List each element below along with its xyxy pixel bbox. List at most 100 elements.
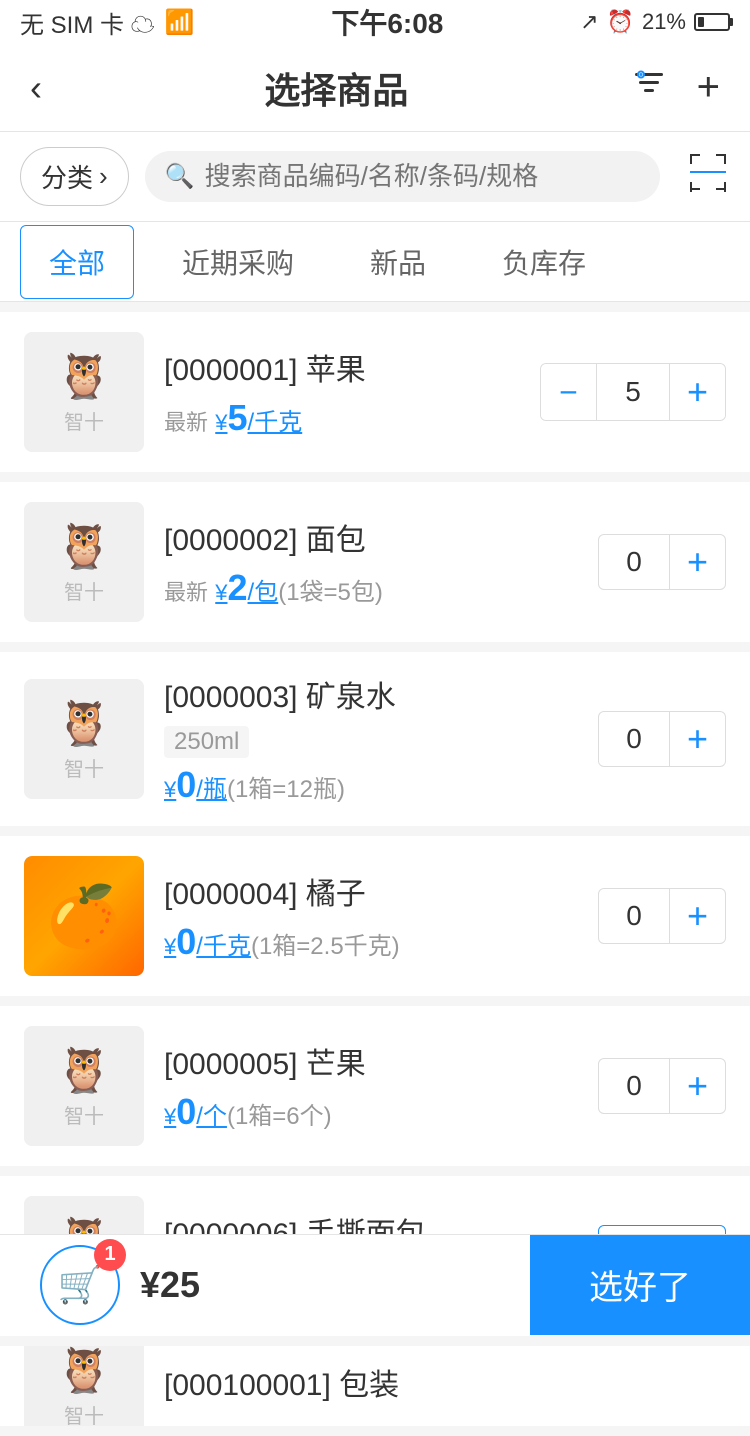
page-title: 选择商品 (264, 62, 408, 114)
list-item: 🦉 智十 [0000002] 面包 最新 ¥2/包(1袋=5包) 0 + (0, 482, 750, 642)
price-num: 0 (176, 1091, 196, 1132)
qty-increase-button[interactable]: + (670, 888, 726, 944)
price-num: 5 (228, 397, 248, 438)
product-name: [0000001] 苹果 (164, 345, 520, 389)
qty-increase-button[interactable]: + (670, 1058, 726, 1114)
price-unit: /千克 (248, 409, 303, 436)
price-note: (1箱=2.5千克) (251, 933, 400, 960)
product-price: 最新 ¥5/千克 (164, 397, 520, 439)
product-price: 最新 ¥2/包(1袋=5包) (164, 567, 578, 609)
product-price: ¥0/瓶(1箱=12瓶) (164, 764, 578, 806)
tab-bar: 全部 近期采购 新品 负库存 (0, 222, 750, 302)
qty-increase-button[interactable]: + (670, 711, 726, 767)
quantity-control: − + (540, 363, 726, 421)
product-info: [000100001] 包装 (164, 1360, 726, 1412)
search-icon: 🔍 (165, 162, 195, 191)
filter-bar: 分类 › 🔍 (0, 132, 750, 222)
tab-recent[interactable]: 近期采购 (154, 226, 322, 298)
category-chevron: › (99, 161, 108, 192)
price-unit: /千克 (196, 933, 251, 960)
quantity-control: 0 + (598, 711, 726, 767)
price-currency: ¥ (164, 777, 176, 802)
nav-left: ‹ (30, 67, 42, 109)
owl-icon: 🦉 (57, 697, 112, 749)
product-name: [0000004] 橘子 (164, 869, 578, 913)
confirm-button[interactable]: 选好了 (530, 1235, 750, 1335)
owl-icon: 🦉 (57, 520, 112, 572)
search-box: 🔍 (145, 151, 660, 202)
price-num: 0 (176, 921, 196, 962)
price-label: 最新 (164, 410, 208, 435)
price-currency: ¥ (215, 410, 227, 435)
bottom-bar: 🛒 1 ¥25 选好了 (0, 1234, 750, 1334)
cart-button[interactable]: 🛒 1 (40, 1245, 120, 1325)
product-name: [0000005] 芒果 (164, 1039, 578, 1083)
qty-increase-button[interactable]: + (669, 364, 725, 420)
scan-icon[interactable] (686, 150, 730, 203)
list-item: 🦉 智十 [0000003] 矿泉水 250ml ¥0/瓶(1箱=12瓶) 0 … (0, 652, 750, 826)
cart-section: 🛒 1 ¥25 (0, 1245, 530, 1325)
quantity-control: 0 + (598, 534, 726, 590)
list-item: 🦉 智十 [0000005] 芒果 ¥0/个(1箱=6个) 0 + (0, 1006, 750, 1166)
list-item: 🦉 智十 [0000001] 苹果 最新 ¥5/千克 − + (0, 312, 750, 472)
back-button[interactable]: ‹ (30, 67, 42, 109)
product-price: ¥0/个(1箱=6个) (164, 1091, 578, 1133)
orange-image: 🍊 (24, 856, 144, 976)
product-name: [0000003] 矿泉水 (164, 672, 578, 716)
owl-icon: 🦉 (57, 1346, 112, 1396)
price-note: (1箱=6个) (227, 1103, 332, 1130)
status-right: ↗ ⏰ 21% (580, 9, 730, 35)
status-left: 无 SIM 卡 ☁ 📶 (20, 5, 195, 40)
price-unit: /瓶 (196, 776, 227, 803)
tab-new[interactable]: 新品 (342, 226, 454, 298)
product-info: [0000003] 矿泉水 250ml ¥0/瓶(1箱=12瓶) (164, 672, 578, 806)
quantity-control: 0 + (598, 888, 726, 944)
category-label: 分类 (41, 158, 93, 195)
total-price: ¥25 (140, 1264, 200, 1306)
price-num: 0 (176, 764, 196, 805)
qty-display: 0 (598, 1058, 670, 1114)
status-bar: 无 SIM 卡 ☁ 📶 下午6:08 ↗ ⏰ 21% (0, 0, 750, 44)
qty-input[interactable] (597, 364, 669, 420)
qty-increase-button[interactable]: + (670, 534, 726, 590)
owl-icon: 🦉 (57, 1044, 112, 1096)
filter-icon[interactable] (631, 65, 667, 110)
list-item: 🦉 智十 [000100001] 包装 (0, 1346, 750, 1426)
price-currency: ¥ (215, 580, 227, 605)
product-price: ¥0/千克(1箱=2.5千克) (164, 921, 578, 963)
qty-display: 0 (598, 534, 670, 590)
product-name: [0000002] 面包 (164, 515, 578, 559)
product-name: [000100001] 包装 (164, 1360, 726, 1404)
status-time: 下午6:08 (331, 2, 443, 42)
nav-bar: ‹ 选择商品 + (0, 44, 750, 132)
product-image: 🦉 智十 (24, 679, 144, 799)
product-image: 🦉 智十 (24, 502, 144, 622)
search-input[interactable] (205, 161, 640, 192)
product-spec: 250ml (164, 726, 249, 758)
product-info: [0000002] 面包 最新 ¥2/包(1袋=5包) (164, 515, 578, 609)
price-note: (1袋=5包) (278, 579, 383, 606)
cart-icon: 🛒 (58, 1264, 103, 1306)
qty-decrease-button[interactable]: − (541, 364, 597, 420)
tab-all[interactable]: 全部 (20, 225, 134, 299)
tab-negative[interactable]: 负库存 (474, 226, 614, 298)
list-item: 🍊 [0000004] 橘子 ¥0/千克(1箱=2.5千克) 0 + (0, 836, 750, 996)
price-label: 最新 (164, 580, 208, 605)
product-info: [0000005] 芒果 ¥0/个(1箱=6个) (164, 1039, 578, 1133)
wifi-icon: 📶 (165, 8, 195, 37)
owl-icon: 🦉 (57, 350, 112, 402)
product-image: 🍊 (24, 856, 144, 976)
product-info: [0000001] 苹果 最新 ¥5/千克 (164, 345, 520, 439)
category-button[interactable]: 分类 › (20, 147, 129, 206)
product-image: 🦉 智十 (24, 1026, 144, 1146)
quantity-control: 0 + (598, 1058, 726, 1114)
product-image: 🦉 智十 (24, 1346, 144, 1426)
cart-badge: 1 (94, 1239, 126, 1271)
product-image: 🦉 智十 (24, 332, 144, 452)
nav-right: + (631, 65, 720, 110)
qty-display: 0 (598, 711, 670, 767)
qty-display: 0 (598, 888, 670, 944)
price-currency: ¥ (164, 934, 176, 959)
product-info: [0000004] 橘子 ¥0/千克(1箱=2.5千克) (164, 869, 578, 963)
add-button[interactable]: + (697, 65, 720, 110)
